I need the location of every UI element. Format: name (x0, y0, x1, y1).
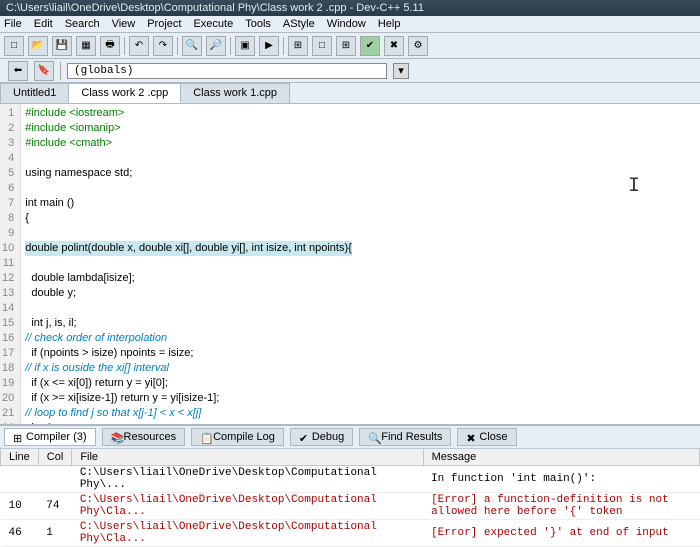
save-icon[interactable]: 💾 (52, 36, 72, 56)
open-icon[interactable]: 📂 (28, 36, 48, 56)
print-icon[interactable]: 🖶 (100, 36, 120, 56)
undo-icon[interactable]: ↶ (129, 36, 149, 56)
compiler-table[interactable]: LineColFileMessage C:\Users\liail\OneDri… (0, 448, 700, 547)
saveall-icon[interactable]: ▦ (76, 36, 96, 56)
window-icon[interactable]: □ (312, 36, 332, 56)
menu-project[interactable]: Project (147, 18, 181, 30)
bottom-tab-compilelog[interactable]: 📋Compile Log (191, 428, 284, 446)
line-gutter: 1234567891011121314151617181920212223242… (0, 104, 21, 424)
check-icon[interactable]: ✔ (360, 36, 380, 56)
globals-bar: ⬅ 🔖 (globals) ▾ (0, 59, 700, 83)
bottom-tab-debug[interactable]: ✔Debug (290, 428, 353, 446)
tab-file[interactable]: Class work 1.cpp (180, 83, 290, 103)
code-editor[interactable]: 1234567891011121314151617181920212223242… (0, 104, 700, 424)
col-header[interactable]: Message (423, 449, 699, 466)
code-area[interactable]: #include <iostream>#include <iomanip>#in… (21, 104, 356, 424)
new-icon[interactable]: □ (4, 36, 24, 56)
separator (177, 37, 178, 55)
bottom-tab-bar: ⊞Compiler (3) 📚Resources 📋Compile Log ✔Debu… (0, 426, 700, 448)
separator (60, 62, 61, 80)
separator (124, 37, 125, 55)
bottom-tab-resources[interactable]: 📚Resources (102, 428, 186, 446)
chevron-down-icon[interactable]: ▾ (393, 63, 409, 79)
globals-dropdown[interactable]: (globals) (67, 63, 387, 79)
menu-tools[interactable]: Tools (245, 18, 271, 30)
close-icon[interactable]: ✖ (384, 36, 404, 56)
bottom-tab-close[interactable]: ✖Close (457, 428, 516, 446)
col-header[interactable]: File (72, 449, 423, 466)
error-row[interactable]: 1074C:\Users\liail\OneDrive\Desktop\Comp… (1, 493, 700, 520)
menu-astyle[interactable]: AStyle (283, 18, 315, 30)
run-icon[interactable]: ▶ (259, 36, 279, 56)
separator (283, 37, 284, 55)
editor-tabs: Untitled1Class work 2 .cppClass work 1.c… (0, 83, 700, 104)
bottom-tab-compiler[interactable]: ⊞Compiler (3) (4, 428, 96, 446)
redo-icon[interactable]: ↷ (153, 36, 173, 56)
menu-window[interactable]: Window (327, 18, 366, 30)
title-bar: C:\Users\liail\OneDrive\Desktop\Computat… (0, 0, 700, 16)
menu-file[interactable]: File (4, 18, 22, 30)
grid2-icon[interactable]: ⊞ (336, 36, 356, 56)
replace-icon[interactable]: 🔎 (206, 36, 226, 56)
bottom-panel: ⊞Compiler (3) 📚Resources 📋Compile Log ✔Debu… (0, 424, 700, 547)
error-row[interactable]: 461C:\Users\liail\OneDrive\Desktop\Compu… (1, 520, 700, 547)
text-cursor: I (628, 175, 640, 198)
debug-icon[interactable]: ⚙ (408, 36, 428, 56)
compile-icon[interactable]: ▣ (235, 36, 255, 56)
error-row[interactable]: C:\Users\liail\OneDrive\Desktop\Computat… (1, 466, 700, 493)
col-header[interactable]: Col (38, 449, 72, 466)
menu-help[interactable]: Help (378, 18, 401, 30)
menu-view[interactable]: View (112, 18, 136, 30)
bottom-tab-findresults[interactable]: 🔍Find Results (359, 428, 451, 446)
back-icon[interactable]: ⬅ (8, 61, 28, 81)
col-header[interactable]: Line (1, 449, 39, 466)
tab-file[interactable]: Untitled1 (0, 83, 69, 103)
menu-bar: File Edit Search View Project Execute Tools ASt… (0, 16, 700, 33)
separator (230, 37, 231, 55)
bookmark-icon[interactable]: 🔖 (34, 61, 54, 81)
find-icon[interactable]: 🔍 (182, 36, 202, 56)
toolbar-main: □ 📂 💾 ▦ 🖶 ↶ ↷ 🔍 🔎 ▣ ▶ ⊞ □ ⊞ ✔ ✖ ⚙ (0, 33, 700, 59)
menu-search[interactable]: Search (65, 18, 100, 30)
tab-file[interactable]: Class work 2 .cpp (68, 83, 181, 103)
grid-icon[interactable]: ⊞ (288, 36, 308, 56)
menu-edit[interactable]: Edit (34, 18, 53, 30)
menu-execute[interactable]: Execute (193, 18, 233, 30)
